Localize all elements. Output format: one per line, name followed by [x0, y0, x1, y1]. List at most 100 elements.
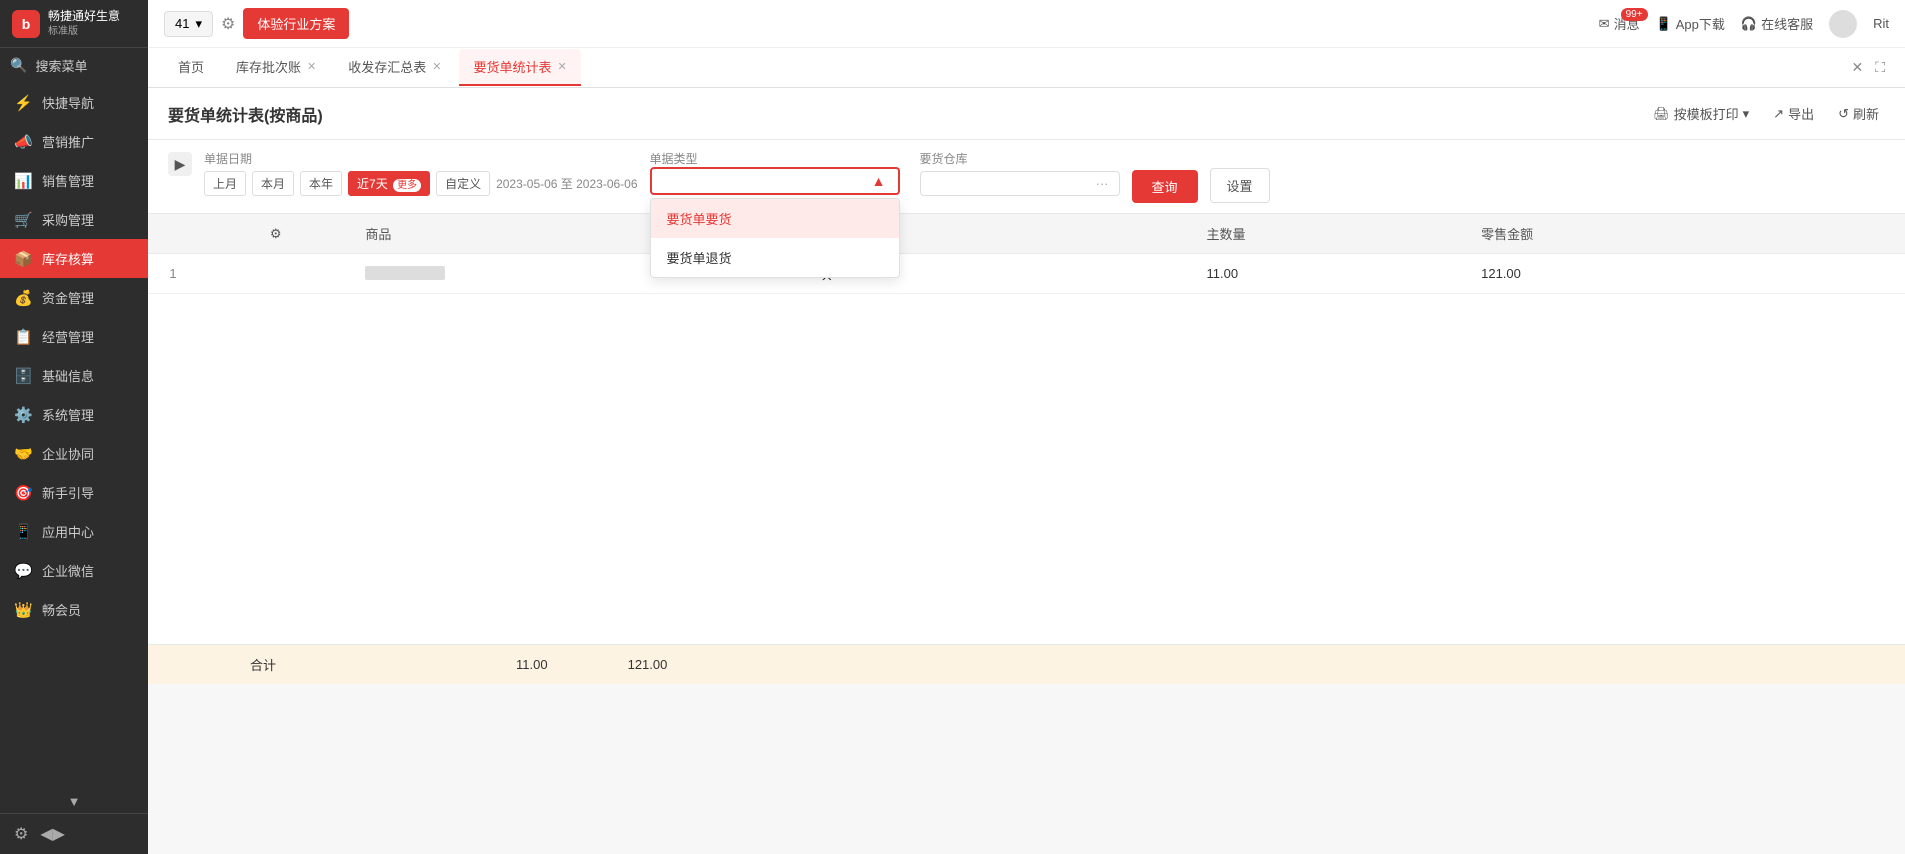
table-footer: 合计 11.00 121.00 — [148, 644, 1905, 684]
warehouse-filter-group: 要货仓库 ··· — [920, 150, 1120, 196]
tabs-bar: 首页 库存批次账 ✕ 收发存汇总表 ✕ 要货单统计表 ✕ ✕ ⛶ — [148, 48, 1905, 88]
sidebar-item-finance[interactable]: 💰 资金管理 — [0, 278, 148, 317]
footer-label: 合计 — [250, 655, 276, 674]
more-badge: 更多 — [393, 179, 421, 192]
col-quantity: 主数量 — [1195, 214, 1470, 254]
date-btn-last-month[interactable]: 上月 — [204, 171, 246, 196]
inventory-icon: 📦 — [14, 250, 32, 268]
app-download-label: App下载 — [1676, 14, 1725, 33]
coop-icon: 🤝 — [14, 445, 32, 463]
filter-expand-button[interactable]: ▶ — [168, 152, 192, 176]
trial-button[interactable]: 体验行业方案 — [243, 8, 349, 39]
logo-line1: 畅捷通好生意 — [48, 9, 120, 25]
tab-receive-summary-label: 收发存汇总表 — [348, 57, 426, 76]
warehouse-filter-input[interactable]: ··· — [920, 171, 1120, 196]
col-extra — [1800, 214, 1905, 254]
chevron-down-icon: ▾ — [195, 16, 202, 32]
sidebar-item-label: 新手引导 — [42, 483, 94, 502]
query-button[interactable]: 查询 — [1132, 170, 1198, 203]
sidebar-item-label: 资金管理 — [42, 288, 94, 307]
sidebar-item-member[interactable]: 👑 畅会员 — [0, 590, 148, 629]
tab-inventory-batch-label: 库存批次账 — [236, 57, 301, 76]
type-filter-chevron-up[interactable]: ▲ — [868, 173, 890, 189]
sidebar-item-system[interactable]: ⚙️ 系统管理 — [0, 395, 148, 434]
sidebar-item-label: 应用中心 — [42, 522, 94, 541]
dropdown-item-requisition-order[interactable]: 要货单要货 — [651, 199, 899, 238]
online-service-item[interactable]: 🎧 在线客服 — [1741, 14, 1813, 33]
print-icon: 🖨 — [1653, 106, 1670, 122]
page-header: 要货单统计表(按商品) 🖨 按模板打印 ▾ ↗ 导出 ↺ 刷新 — [148, 88, 1905, 140]
date-btn-7days[interactable]: 近7天 更多 — [348, 171, 430, 196]
tab-requisition-stats-label: 要货单统计表 — [473, 57, 551, 76]
quick-nav-icon: ⚡ — [14, 94, 32, 112]
sidebar-item-sales[interactable]: 📊 销售管理 — [0, 161, 148, 200]
sidebar-item-basic[interactable]: 🗄️ 基础信息 — [0, 356, 148, 395]
type-filter-label: 单据类型 — [650, 150, 900, 167]
sidebar-item-label: 企业协同 — [42, 444, 94, 463]
app-center-icon: 📱 — [14, 523, 32, 541]
tab-requisition-stats[interactable]: 要货单统计表 ✕ — [459, 49, 580, 86]
date-btn-this-month[interactable]: 本月 — [252, 171, 294, 196]
page-content: 要货单统计表(按商品) 🖨 按模板打印 ▾ ↗ 导出 ↺ 刷新 ▶ — [148, 88, 1905, 854]
sidebar-item-coop[interactable]: 🤝 企业协同 — [0, 434, 148, 473]
purchase-icon: 🛒 — [14, 211, 32, 229]
sidebar-item-inventory[interactable]: 📦 库存核算 — [0, 239, 148, 278]
set-button[interactable]: 设置 — [1210, 168, 1270, 203]
warehouse-more-icon: ··· — [1096, 176, 1109, 191]
type-dropdown-menu: 要货单要货 要货单退货 — [650, 198, 900, 278]
sidebar-item-guide[interactable]: 🎯 新手引导 — [0, 473, 148, 512]
footer-quantity: 11.00 — [516, 657, 548, 672]
online-service-label: 在线客服 — [1761, 14, 1813, 33]
tab-receive-summary-close[interactable]: ✕ — [432, 60, 441, 73]
settings-footer-icon[interactable]: ⚙ — [14, 824, 28, 844]
user-avatar[interactable] — [1829, 10, 1857, 38]
main-area: 41 ▾ ⚙ 体验行业方案 ✉ 消息 99+ 📱 App下载 🎧 在线客服 Ri… — [148, 0, 1905, 854]
messages-badge: 99+ — [1621, 8, 1648, 21]
sidebar-item-operation[interactable]: 📋 经营管理 — [0, 317, 148, 356]
tab-expand-icon[interactable]: ⛶ — [1871, 57, 1889, 78]
cell-amount: 121.00 — [1469, 254, 1800, 294]
topbar: 41 ▾ ⚙ 体验行业方案 ✉ 消息 99+ 📱 App下载 🎧 在线客服 Ri… — [148, 0, 1905, 48]
date-btn-custom[interactable]: 自定义 — [436, 171, 490, 196]
member-icon: 👑 — [14, 601, 32, 619]
tab-requisition-stats-close[interactable]: ✕ — [558, 60, 567, 73]
tab-close-all-icon[interactable]: ✕ — [1847, 57, 1867, 78]
marketing-icon: 📣 — [14, 133, 32, 151]
tab-inventory-batch-close[interactable]: ✕ — [307, 60, 316, 73]
collapse-icon[interactable]: ◀▶ — [40, 824, 65, 844]
app-download-item[interactable]: 📱 App下载 — [1656, 14, 1725, 33]
print-template-button[interactable]: 🖨 按模板打印 ▾ — [1647, 100, 1755, 127]
export-button[interactable]: ↗ 导出 — [1767, 100, 1820, 127]
col-settings[interactable]: ⚙ — [198, 214, 353, 254]
sidebar-search-item[interactable]: 🔍 搜索菜单 — [0, 48, 148, 83]
sidebar-item-purchase[interactable]: 🛒 采购管理 — [0, 200, 148, 239]
wechat-icon: 💬 — [14, 562, 32, 580]
type-filter-wrapper: 单据类型 ▲ 要货单要货 要货单退货 — [650, 150, 900, 195]
sidebar-item-wechat[interactable]: 💬 企业微信 — [0, 551, 148, 590]
type-filter-text-input[interactable] — [660, 174, 868, 189]
tab-receive-summary[interactable]: 收发存汇总表 ✕ — [334, 49, 455, 86]
guide-icon: 🎯 — [14, 484, 32, 502]
messages-item[interactable]: ✉ 消息 99+ — [1599, 14, 1640, 33]
sidebar-item-app-center[interactable]: 📱 应用中心 — [0, 512, 148, 551]
date-filter-row: 上月 本月 本年 近7天 更多 自定义 2023-05-06 至 2023-06… — [204, 171, 638, 196]
user-name: Rit — [1873, 16, 1889, 31]
sidebar-item-marketing[interactable]: 📣 营销推广 — [0, 122, 148, 161]
table-container: ⚙ 商品 主计量单位 主数量 零售金额 1 — [148, 214, 1905, 294]
refresh-icon: ↺ — [1838, 106, 1849, 122]
tab-inventory-batch[interactable]: 库存批次账 ✕ — [222, 49, 330, 86]
tab-home[interactable]: 首页 — [164, 49, 218, 86]
store-selector[interactable]: 41 ▾ — [164, 11, 213, 37]
sidebar-item-label: 采购管理 — [42, 210, 94, 229]
dropdown-item-requisition-return[interactable]: 要货单退货 — [651, 238, 899, 277]
product-name-blurred — [365, 266, 445, 280]
data-table: ⚙ 商品 主计量单位 主数量 零售金额 1 — [148, 214, 1905, 294]
type-filter-input[interactable]: ▲ — [650, 167, 900, 195]
phone-icon: 📱 — [1656, 16, 1672, 32]
date-btn-this-year[interactable]: 本年 — [300, 171, 342, 196]
logo-line2: 标准版 — [48, 25, 120, 38]
refresh-button[interactable]: ↺ 刷新 — [1832, 100, 1885, 127]
sidebar-item-quick-nav[interactable]: ⚡ 快捷导航 — [0, 83, 148, 122]
sidebar-scroll-down[interactable]: ▼ — [0, 790, 148, 813]
topbar-settings-icon[interactable]: ⚙ — [221, 14, 235, 34]
